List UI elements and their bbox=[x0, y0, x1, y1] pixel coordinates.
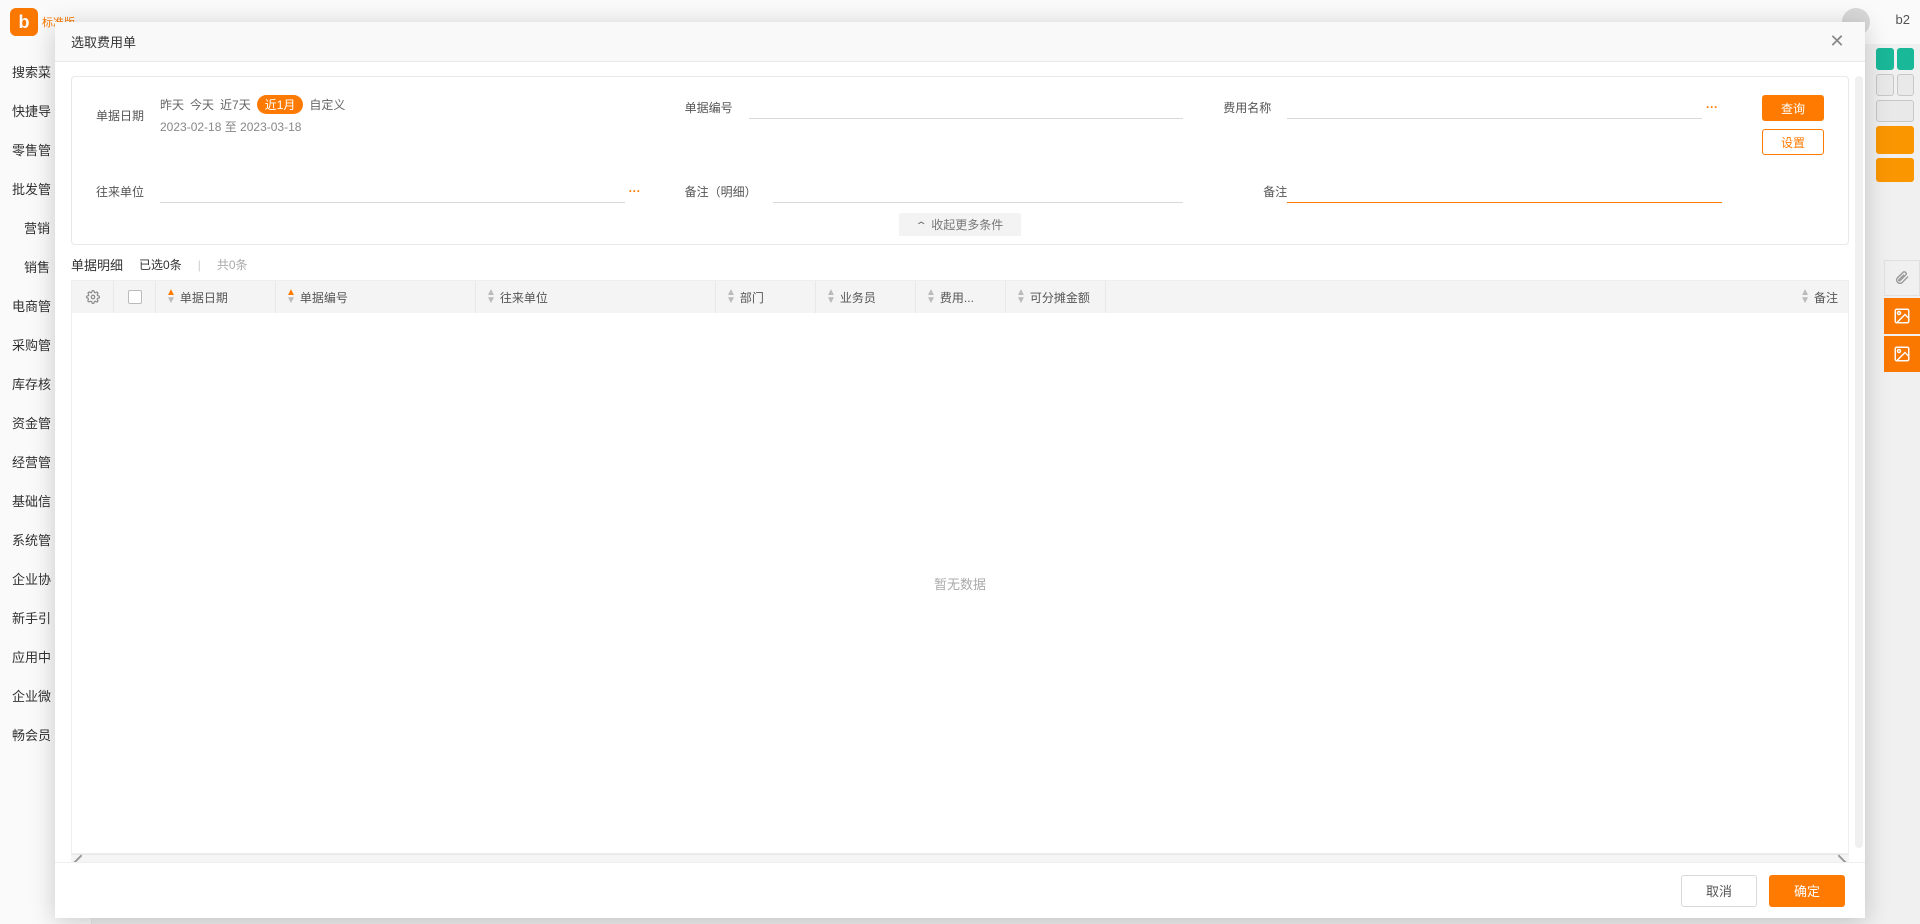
date-quick-yesterday[interactable]: 昨天 bbox=[160, 96, 184, 113]
results-table: ▲▼单据日期 ▲▼单据编号 ▲▼往来单位 ▲▼部门 ▲▼业务员 ▲▼费用... … bbox=[71, 280, 1849, 854]
label-fee-name: 费用名称 bbox=[1223, 99, 1287, 116]
label-partner: 往来单位 bbox=[96, 183, 160, 200]
col-amount[interactable]: ▲▼可分摊金额 bbox=[1006, 281, 1106, 313]
ok-button[interactable]: 确定 bbox=[1769, 875, 1845, 907]
query-button[interactable]: 查询 bbox=[1762, 95, 1824, 121]
col-dept[interactable]: ▲▼部门 bbox=[716, 281, 816, 313]
fee-name-input[interactable] bbox=[1287, 95, 1702, 119]
sort-icon: ▲▼ bbox=[486, 289, 496, 305]
close-icon[interactable]: ✕ bbox=[1825, 30, 1849, 54]
modal-footer: 取消 确定 bbox=[55, 862, 1865, 918]
sort-icon: ▲▼ bbox=[166, 289, 176, 305]
sort-icon: ▲▼ bbox=[1800, 289, 1810, 305]
col-remark[interactable]: ▲▼备注 bbox=[1106, 281, 1848, 313]
partner-picker-icon[interactable]: ··· bbox=[625, 184, 645, 198]
modal-header: 选取费用单 ✕ bbox=[55, 22, 1865, 62]
remark-detail-input[interactable] bbox=[773, 179, 1184, 203]
col-doc-date[interactable]: ▲▼单据日期 bbox=[156, 281, 276, 313]
filter-card: 单据日期 昨天 今天 近7天 近1月 自定义 2023-02-18 至 2023… bbox=[71, 76, 1849, 245]
sort-icon: ▲▼ bbox=[726, 289, 736, 305]
table-header: ▲▼单据日期 ▲▼单据编号 ▲▼往来单位 ▲▼部门 ▲▼业务员 ▲▼费用... … bbox=[72, 281, 1848, 313]
sort-icon: ▲▼ bbox=[286, 289, 296, 305]
label-doc-date: 单据日期 bbox=[96, 107, 160, 124]
col-biz[interactable]: ▲▼业务员 bbox=[816, 281, 916, 313]
date-quick-picker: 昨天 今天 近7天 近1月 自定义 bbox=[160, 95, 345, 114]
select-all-checkbox[interactable] bbox=[114, 281, 156, 313]
select-fee-modal: 选取费用单 ✕ 单据日期 昨天 今天 近7天 近1月 bbox=[55, 22, 1865, 918]
column-settings-button[interactable] bbox=[72, 281, 114, 313]
sort-icon: ▲▼ bbox=[926, 289, 936, 305]
settings-button[interactable]: 设置 bbox=[1762, 129, 1824, 155]
list-summary-bar: 单据明细 已选0条 | 共0条 bbox=[71, 255, 1849, 274]
fee-name-picker-icon[interactable]: ··· bbox=[1702, 100, 1722, 114]
scrollbar[interactable] bbox=[1855, 76, 1863, 848]
modal-title: 选取费用单 bbox=[71, 32, 136, 51]
date-quick-last7[interactable]: 近7天 bbox=[220, 96, 251, 113]
list-total-count: 共0条 bbox=[217, 256, 248, 273]
date-range-text: 2023-02-18 至 2023-03-18 bbox=[160, 118, 345, 135]
partner-input[interactable] bbox=[160, 179, 625, 203]
list-section-title: 单据明细 bbox=[71, 255, 123, 274]
col-partner[interactable]: ▲▼往来单位 bbox=[476, 281, 716, 313]
col-doc-no[interactable]: ▲▼单据编号 bbox=[276, 281, 476, 313]
sort-icon: ▲▼ bbox=[1016, 289, 1026, 305]
remark-input[interactable] bbox=[1287, 179, 1722, 203]
label-remark: 备注 bbox=[1223, 183, 1287, 200]
label-doc-no: 单据编号 bbox=[685, 99, 749, 116]
date-quick-last1m[interactable]: 近1月 bbox=[257, 95, 304, 114]
sort-icon: ▲▼ bbox=[826, 289, 836, 305]
table-empty-state: 暂无数据 bbox=[72, 313, 1848, 853]
date-quick-today[interactable]: 今天 bbox=[190, 96, 214, 113]
modal-body: 单据日期 昨天 今天 近7天 近1月 自定义 2023-02-18 至 2023… bbox=[55, 62, 1865, 862]
collapse-filters-button[interactable]: 收起更多条件 bbox=[899, 213, 1021, 236]
date-quick-custom[interactable]: 自定义 bbox=[309, 96, 345, 113]
label-remark-detail: 备注（明细） bbox=[685, 183, 773, 200]
cancel-button[interactable]: 取消 bbox=[1681, 875, 1757, 907]
doc-no-input[interactable] bbox=[749, 95, 1184, 119]
list-selected-count: 已选0条 bbox=[139, 256, 182, 273]
gear-icon bbox=[86, 290, 100, 304]
horizontal-scrollbar[interactable] bbox=[71, 854, 1849, 862]
col-fee[interactable]: ▲▼费用... bbox=[916, 281, 1006, 313]
